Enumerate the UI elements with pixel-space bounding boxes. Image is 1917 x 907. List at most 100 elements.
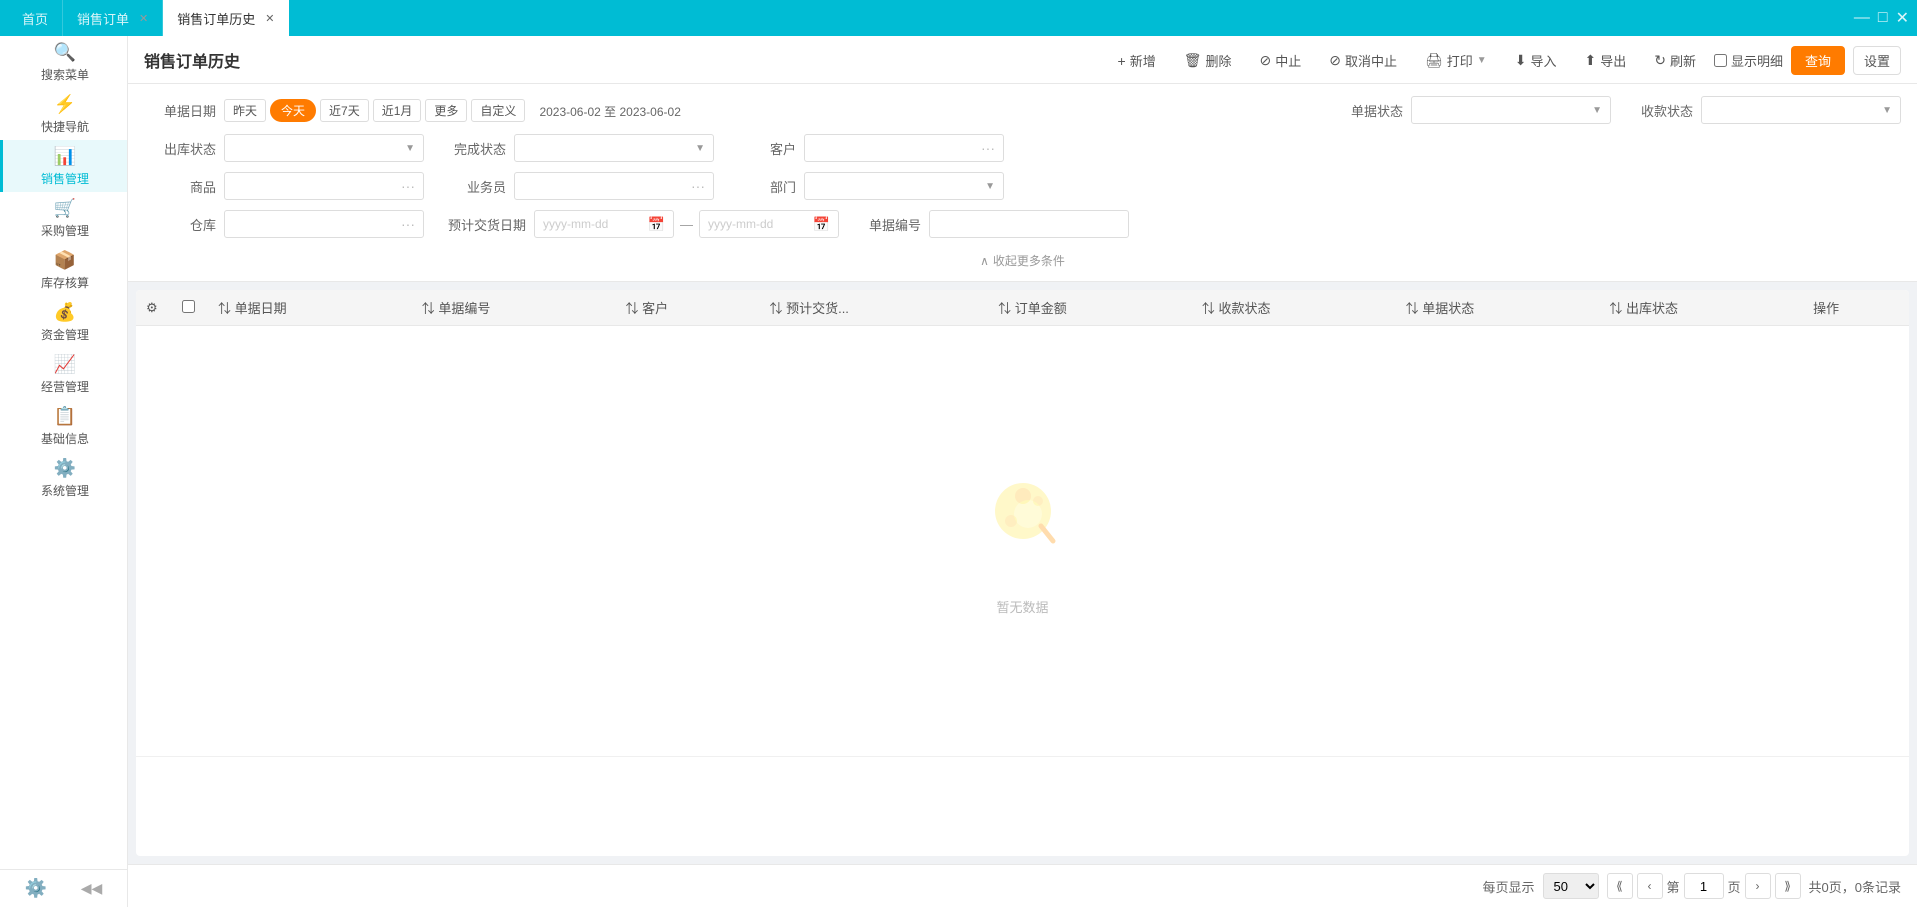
complete-status-select[interactable]: ▼ <box>514 134 714 162</box>
th-payment-status[interactable]: ⇅ 收款状态 <box>1192 290 1396 326</box>
tab-sales-history[interactable]: 销售订单历史 ✕ <box>163 0 289 36</box>
customer-dots[interactable]: ··· <box>981 140 995 156</box>
filter-row-2: 出库状态 ▼ 完成状态 ▼ 客户 ··· <box>144 134 1901 162</box>
collapse-sidebar-icon[interactable]: ◀◀ <box>81 880 103 897</box>
next-page-btn[interactable]: › <box>1745 873 1771 899</box>
main-layout: 🔍 搜索菜单 ⚡ 快捷导航 📊 销售管理 🛒 采购管理 📦 库存核算 💰 资金管… <box>0 36 1917 907</box>
customer-input[interactable]: ··· <box>804 134 1004 162</box>
collapse-bar[interactable]: ∧ 收起更多条件 <box>144 248 1901 269</box>
toolbar: + 新增 🗑 删除 ⊘ 中止 ⊘ 取消中止 🖨 打印 <box>1108 46 1902 83</box>
th-expected-date[interactable]: ⇅ 预计交货... <box>759 290 988 326</box>
th-order-amount[interactable]: ⇅ 订单金额 <box>988 290 1192 326</box>
search-menu-icon: 🔍 <box>54 42 76 63</box>
salesperson-dots[interactable]: ··· <box>691 178 705 194</box>
sidebar-item-basic-info-label: 基础信息 <box>41 430 89 447</box>
outbound-status-select[interactable]: ▼ <box>224 134 424 162</box>
expected-date-start[interactable]: yyyy-mm-dd 📅 <box>534 210 674 238</box>
calendar-start-icon[interactable]: 📅 <box>648 216 665 233</box>
th-check[interactable] <box>172 290 208 326</box>
sidebar-item-system[interactable]: ⚙️ 系统管理 <box>0 452 127 504</box>
goods-input[interactable]: ··· <box>224 172 424 200</box>
refresh-button[interactable]: ↻ 刷新 <box>1644 47 1706 74</box>
maximize-icon[interactable]: □ <box>1878 9 1888 27</box>
sidebar-item-quick-nav[interactable]: ⚡ 快捷导航 <box>0 88 127 140</box>
query-button[interactable]: 查询 <box>1791 46 1845 75</box>
sidebar-item-sales[interactable]: 📊 销售管理 <box>0 140 127 192</box>
delete-button[interactable]: 🗑 删除 <box>1174 47 1242 74</box>
display-detail-input[interactable] <box>1714 54 1727 67</box>
minimize-icon[interactable]: — <box>1854 9 1870 27</box>
warehouse-dots[interactable]: ··· <box>401 216 415 232</box>
new-button[interactable]: + 新增 <box>1108 47 1166 74</box>
settings-bottom-icon[interactable]: ⚙️ <box>25 878 47 899</box>
sidebar-item-search-menu[interactable]: 🔍 搜索菜单 <box>0 36 127 88</box>
refresh-label: 刷新 <box>1670 51 1696 70</box>
th-doc-status[interactable]: ⇅ 单据状态 <box>1396 290 1600 326</box>
tab-sales-history-close[interactable]: ✕ <box>265 12 274 25</box>
th-doc-date[interactable]: ⇅ 单据日期 <box>208 290 412 326</box>
doc-status-select[interactable]: ▼ <box>1411 96 1611 124</box>
doc-number-label: 单据编号 <box>859 215 929 234</box>
goods-dots[interactable]: ··· <box>401 178 415 194</box>
custom-btn[interactable]: 自定义 <box>471 99 525 122</box>
sidebar-item-operations[interactable]: 📈 经营管理 <box>0 348 127 400</box>
yesterday-btn[interactable]: 昨天 <box>224 99 266 122</box>
prev-page-btn[interactable]: ‹ <box>1637 873 1663 899</box>
th-doc-no[interactable]: ⇅ 单据编号 <box>412 290 616 326</box>
window-close-icon[interactable]: ✕ <box>1896 8 1909 28</box>
sidebar-item-inventory[interactable]: 📦 库存核算 <box>0 244 127 296</box>
calendar-end-icon[interactable]: 📅 <box>813 216 830 233</box>
more-btn[interactable]: 更多 <box>425 99 467 122</box>
th-outbound-status[interactable]: ⇅ 出库状态 <box>1599 290 1803 326</box>
tab-sales-order-close[interactable]: ✕ <box>139 12 148 25</box>
export-label: 导出 <box>1600 51 1626 70</box>
1month-btn[interactable]: 近1月 <box>373 99 422 122</box>
pagination: ⟪ ‹ 第 页 › ⟫ <box>1607 873 1801 899</box>
select-all-checkbox[interactable] <box>182 300 195 313</box>
cancel-stop-button[interactable]: ⊘ 取消中止 <box>1319 47 1407 74</box>
sales-icon: 📊 <box>54 146 76 167</box>
warehouse-input[interactable]: ··· <box>224 210 424 238</box>
first-page-btn[interactable]: ⟪ <box>1607 873 1633 899</box>
settings-button[interactable]: 设置 <box>1853 46 1901 75</box>
dept-arrow: ▼ <box>985 181 995 192</box>
th-doc-date-label: ⇅ 单据日期 <box>218 301 287 316</box>
payment-status-select[interactable]: ▼ <box>1701 96 1901 124</box>
th-payment-status-label: ⇅ 收款状态 <box>1202 301 1271 316</box>
print-button[interactable]: 🖨 打印 ▼ <box>1415 47 1497 74</box>
th-customer-label: ⇅ 客户 <box>626 301 669 316</box>
quick-nav-icon: ⚡ <box>54 94 76 115</box>
doc-number-input[interactable] <box>929 210 1129 238</box>
7days-btn[interactable]: 近7天 <box>320 99 369 122</box>
import-button[interactable]: ⬇ 导入 <box>1505 47 1567 74</box>
page-number-input[interactable] <box>1684 873 1724 899</box>
date-filter-control: 昨天 今天 近7天 近1月 更多 自定义 2023-06-02 至 2023-0… <box>224 99 1341 122</box>
page-size-label: 每页显示 <box>1482 877 1534 896</box>
dept-label: 部门 <box>734 177 804 196</box>
sidebar-item-quick-nav-label: 快捷导航 <box>41 118 89 135</box>
gear-icon[interactable]: ⚙ <box>146 300 158 315</box>
tab-sales-order[interactable]: 销售订单 ✕ <box>63 0 163 36</box>
expected-date-end[interactable]: yyyy-mm-dd 📅 <box>699 210 839 238</box>
table-footer: 每页显示 20 50 100 ⟪ ‹ 第 页 › ⟫ 共0页，0条记录 <box>128 864 1917 907</box>
stop-button[interactable]: ⊘ 中止 <box>1250 47 1312 74</box>
today-btn[interactable]: 今天 <box>270 99 316 122</box>
dept-select[interactable]: ▼ <box>804 172 1004 200</box>
th-customer[interactable]: ⇅ 客户 <box>616 290 760 326</box>
th-doc-no-label: ⇅ 单据编号 <box>422 301 491 316</box>
page-size-select[interactable]: 20 50 100 <box>1543 873 1599 899</box>
goods-label: 商品 <box>144 177 224 196</box>
display-detail-checkbox[interactable]: 显示明细 <box>1714 51 1783 70</box>
expected-date-end-placeholder: yyyy-mm-dd <box>708 217 813 231</box>
export-button[interactable]: ⬆ 导出 <box>1574 47 1636 74</box>
customer-label: 客户 <box>734 139 804 158</box>
salesperson-input[interactable]: ··· <box>514 172 714 200</box>
sidebar-item-finance[interactable]: 💰 资金管理 <box>0 296 127 348</box>
last-page-btn[interactable]: ⟫ <box>1775 873 1801 899</box>
tab-home[interactable]: 首页 <box>8 0 63 36</box>
sidebar-item-basic-info[interactable]: 📋 基础信息 <box>0 400 127 452</box>
sidebar-item-purchase[interactable]: 🛒 采购管理 <box>0 192 127 244</box>
inventory-icon: 📦 <box>54 250 76 271</box>
filter-row-1: 单据日期 昨天 今天 近7天 近1月 更多 自定义 2023-06-02 至 2… <box>144 96 1901 124</box>
th-gear[interactable]: ⚙ <box>136 290 172 326</box>
